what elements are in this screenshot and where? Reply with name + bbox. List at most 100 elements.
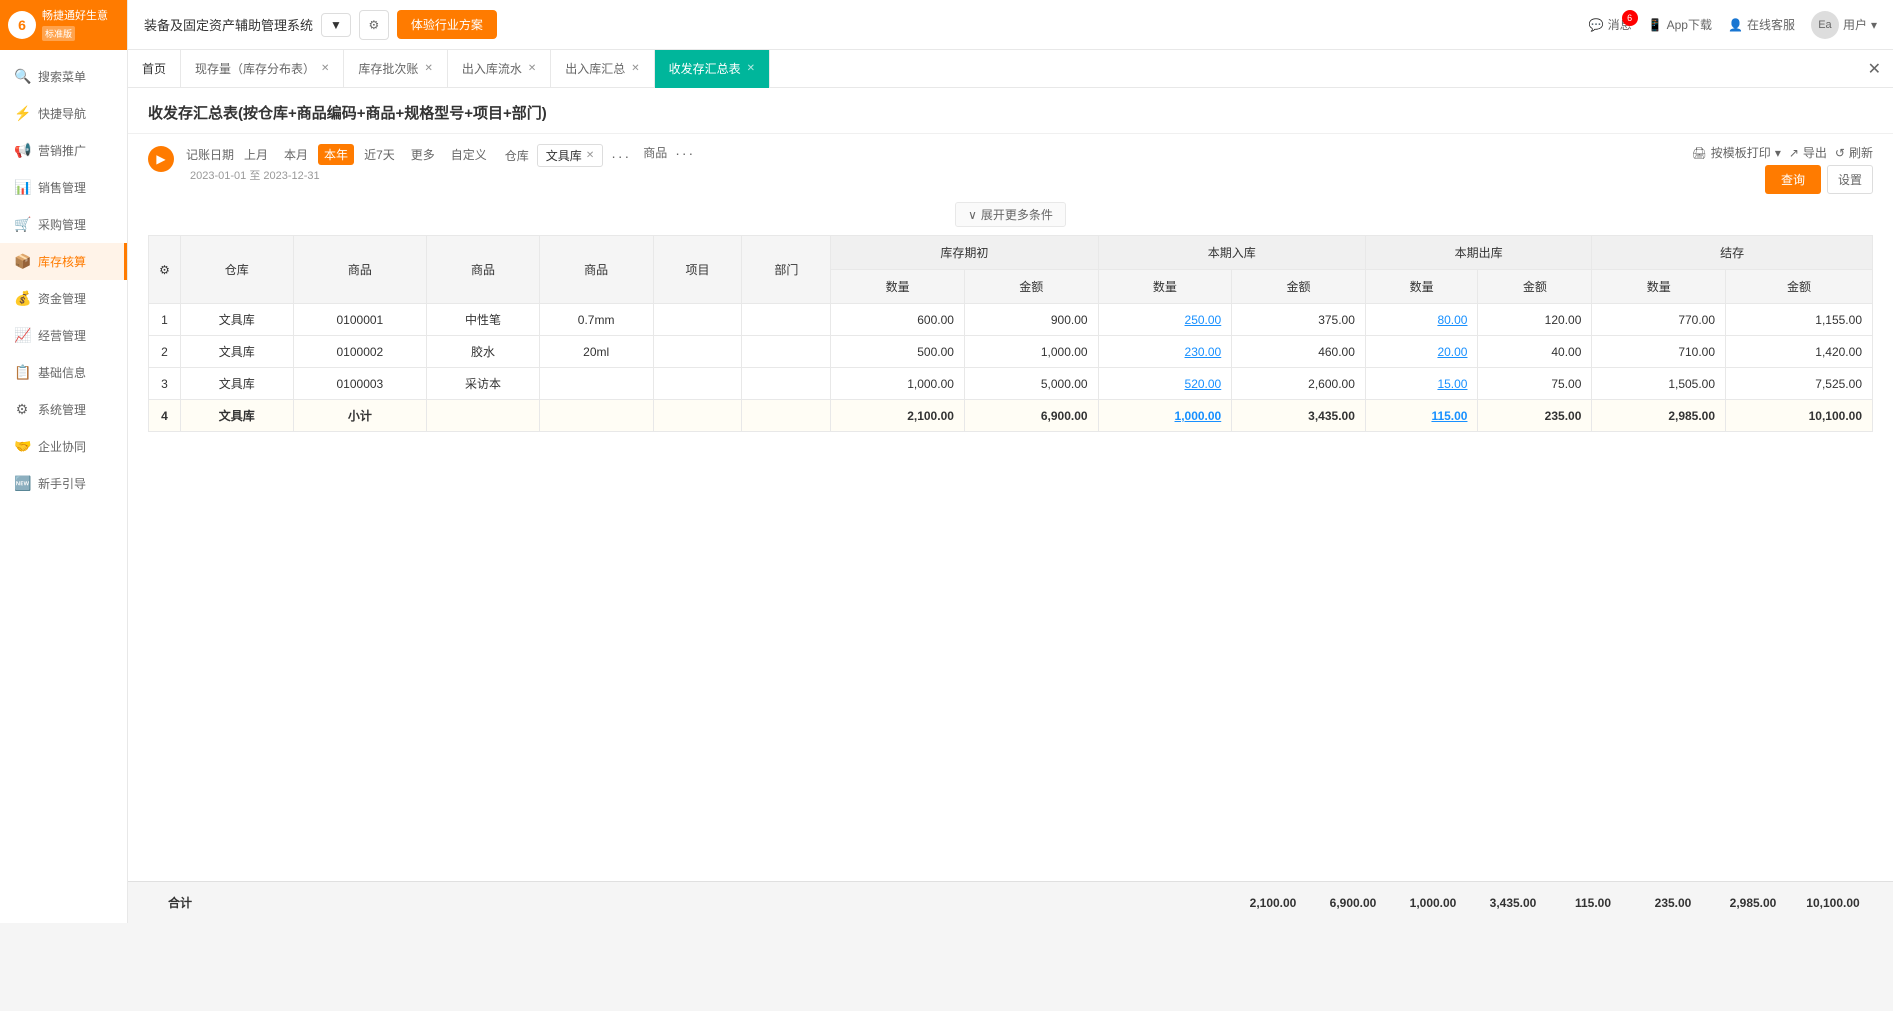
subtotal-warehouse: 文具库 <box>181 400 294 432</box>
date-btn-custom[interactable]: 自定义 <box>445 144 493 165</box>
tab-stock-distribution[interactable]: 现存量（库存分布表） ✕ <box>181 50 344 88</box>
row-goods-spec: 0.7mm <box>539 304 653 336</box>
row-open-amt: 900.00 <box>964 304 1098 336</box>
sidebar-item-newbie[interactable]: 🆕 新手引导 <box>0 465 127 502</box>
table-settings-header[interactable]: ⚙ <box>149 236 181 304</box>
warehouse-tag[interactable]: 文具库 ✕ <box>537 144 603 167</box>
experience-button[interactable]: 体验行业方案 <box>397 10 497 39</box>
sidebar-nav: 🔍 搜索菜单 ⚡ 快捷导航 📢 营销推广 📊 销售管理 🛒 采购管理 📦 库存核… <box>0 50 127 510</box>
sidebar-item-label: 企业协同 <box>38 438 86 455</box>
user-menu-button[interactable]: Ea 用户 ▾ <box>1811 11 1877 39</box>
open-amt-header: 金额 <box>964 270 1098 304</box>
export-icon: ↗ <box>1789 146 1799 160</box>
page-title: 收发存汇总表(按仓库+商品编码+商品+规格型号+项目+部门) <box>148 105 547 122</box>
sidebar-item-label: 采购管理 <box>38 216 86 233</box>
warehouse-tag-remove-icon[interactable]: ✕ <box>586 150 594 161</box>
sidebar-item-finance[interactable]: 💰 资金管理 <box>0 280 127 317</box>
subtotal-empty2 <box>539 400 653 432</box>
sidebar-item-purchase[interactable]: 🛒 采购管理 <box>0 206 127 243</box>
subtotal-out-qty[interactable]: 115.00 <box>1365 400 1478 432</box>
tab-batch-account[interactable]: 库存批次账 ✕ <box>344 50 447 88</box>
tab-receipt-summary[interactable]: 收发存汇总表 ✕ <box>655 50 770 88</box>
opening-group-header: 库存期初 <box>831 236 1098 270</box>
date-btn-this-year[interactable]: 本年 <box>318 144 354 165</box>
refresh-button[interactable]: ↺ 刷新 <box>1835 144 1873 161</box>
sidebar-item-label: 营销推广 <box>38 142 86 159</box>
row-in-qty-link[interactable]: 520.00 <box>1098 368 1232 400</box>
export-button[interactable]: ↗ 导出 <box>1789 144 1827 161</box>
filter-toggle-button[interactable]: ▶ <box>148 146 174 172</box>
subtotal-open-qty: 2,100.00 <box>831 400 965 432</box>
date-range-display: 2023-01-01 至 2023-12-31 <box>190 167 493 183</box>
row-seq: 2 <box>149 336 181 368</box>
date-btn-this-month[interactable]: 本月 <box>278 144 314 165</box>
subtotal-empty1 <box>427 400 540 432</box>
tab-label: 收发存汇总表 <box>669 60 741 77</box>
sidebar-item-operations[interactable]: 📈 经营管理 <box>0 317 127 354</box>
tab-close-icon[interactable]: ✕ <box>321 63 329 74</box>
tab-home[interactable]: 首页 <box>128 50 181 88</box>
row-out-amt: 75.00 <box>1478 368 1592 400</box>
row-out-qty-link[interactable]: 80.00 <box>1365 304 1478 336</box>
topbar-left: 装备及固定资产辅助管理系统 ▼ ⚙ 体验行业方案 <box>144 10 497 40</box>
print-button[interactable]: 🖨 按模板打印 ▾ <box>1692 144 1781 161</box>
row-seq: 1 <box>149 304 181 336</box>
row-project <box>653 368 742 400</box>
service-icon: 👤 <box>1728 18 1743 32</box>
sidebar-item-inventory[interactable]: 📦 库存核算 <box>0 243 127 280</box>
sidebar-item-label: 经营管理 <box>38 327 86 344</box>
row-department <box>742 336 831 368</box>
query-button[interactable]: 查询 <box>1765 165 1821 194</box>
tab-inout-summary[interactable]: 出入库汇总 ✕ <box>551 50 654 88</box>
sidebar-item-enterprise[interactable]: 🤝 企业协同 <box>0 428 127 465</box>
sidebar-item-basic-info[interactable]: 📋 基础信息 <box>0 354 127 391</box>
sidebar-item-system[interactable]: ⚙ 系统管理 <box>0 391 127 428</box>
expand-filters-button[interactable]: ∨ 展开更多条件 <box>955 202 1066 227</box>
tab-label: 出入库汇总 <box>565 60 625 77</box>
tab-inout-flow[interactable]: 出入库流水 ✕ <box>448 50 551 88</box>
row-out-qty-link[interactable]: 15.00 <box>1365 368 1478 400</box>
settings-gear-button[interactable]: ⚙ <box>359 10 389 40</box>
balance-group-header: 结存 <box>1592 236 1873 270</box>
in-qty-header: 数量 <box>1098 270 1232 304</box>
settings-button[interactable]: 设置 <box>1827 165 1873 194</box>
sidebar-item-label: 基础信息 <box>38 364 86 381</box>
tab-close-icon[interactable]: ✕ <box>631 63 639 74</box>
message-button[interactable]: 💬 消息 6 <box>1589 16 1632 33</box>
subtotal-empty4 <box>742 400 831 432</box>
finance-icon: 💰 <box>14 290 30 307</box>
sidebar-item-marketing[interactable]: 📢 营销推广 <box>0 132 127 169</box>
row-bal-amt: 7,525.00 <box>1726 368 1873 400</box>
close-all-tabs-button[interactable]: ✕ <box>1856 59 1893 79</box>
subtotal-in-amt: 3,435.00 <box>1232 400 1366 432</box>
total-open-qty: 2,100.00 <box>1233 892 1313 914</box>
row-in-qty-link[interactable]: 230.00 <box>1098 336 1232 368</box>
warehouse-more-button[interactable]: ··· <box>611 148 631 164</box>
sidebar-item-quicknav[interactable]: ⚡ 快捷导航 <box>0 95 127 132</box>
warehouse-column-header: 仓库 <box>181 236 294 304</box>
warehouse-filter-label: 仓库 <box>505 147 529 164</box>
row-in-qty-link[interactable]: 250.00 <box>1098 304 1232 336</box>
newbie-icon: 🆕 <box>14 475 30 492</box>
tab-close-icon[interactable]: ✕ <box>528 63 536 74</box>
sidebar-item-search[interactable]: 🔍 搜索菜单 <box>0 58 127 95</box>
print-icon: 🖨 <box>1692 146 1707 160</box>
date-btn-more[interactable]: 更多 <box>405 144 441 165</box>
total-out-qty: 115.00 <box>1553 892 1633 914</box>
row-open-amt: 5,000.00 <box>964 368 1098 400</box>
sidebar-item-sales[interactable]: 📊 销售管理 <box>0 169 127 206</box>
goods-more-button[interactable]: ··· <box>675 145 695 161</box>
subtotal-in-qty[interactable]: 1,000.00 <box>1098 400 1232 432</box>
tab-close-icon[interactable]: ✕ <box>747 63 755 74</box>
tab-close-icon[interactable]: ✕ <box>424 63 432 74</box>
app-download-button[interactable]: 📱 App下载 <box>1648 16 1712 33</box>
online-service-button[interactable]: 👤 在线客服 <box>1728 16 1795 33</box>
row-open-qty: 1,000.00 <box>831 368 965 400</box>
system-dropdown[interactable]: ▼ <box>321 13 351 37</box>
row-out-qty-link[interactable]: 20.00 <box>1365 336 1478 368</box>
date-btn-7days[interactable]: 近7天 <box>358 144 401 165</box>
open-qty-header: 数量 <box>831 270 965 304</box>
message-icon: 💬 <box>1589 18 1604 32</box>
date-btn-prev-month[interactable]: 上月 <box>238 144 274 165</box>
bal-amt-header: 金额 <box>1726 270 1873 304</box>
